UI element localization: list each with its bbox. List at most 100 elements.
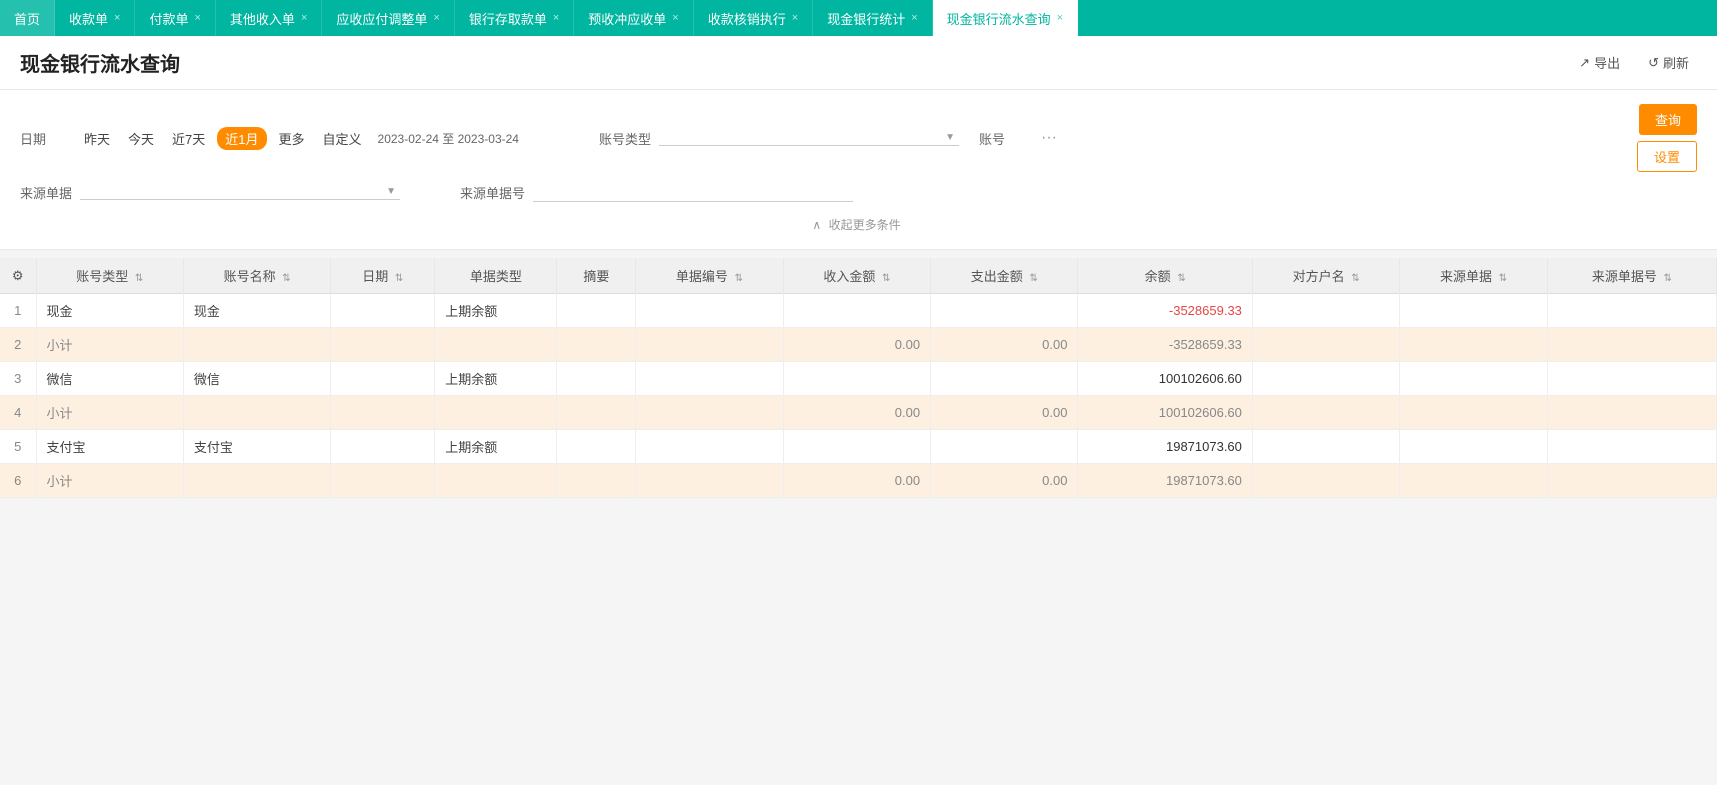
sort-icon: ⇅: [882, 273, 890, 284]
cell-balance: -3528659.33: [1078, 294, 1252, 328]
filter-row-source: 来源单据 ▼ 来源单据号: [20, 182, 1697, 202]
cell-account-name: 微信: [183, 362, 330, 396]
cell-expense: [931, 430, 1078, 464]
refresh-button[interactable]: ↺ 刷新: [1640, 49, 1697, 76]
date-opt-custom[interactable]: 自定义: [317, 127, 368, 150]
cell-doc-type: [435, 396, 557, 430]
cell-doc-no: [636, 328, 783, 362]
col-date[interactable]: 日期 ⇅: [331, 258, 435, 294]
col-label: 账号类型: [76, 269, 128, 284]
cell-account-type: 小计: [36, 396, 183, 430]
nav-tab-other-income[interactable]: 其他收入单 ×: [216, 0, 322, 36]
col-account-type[interactable]: 账号类型 ⇅: [36, 258, 183, 294]
source-doc-no-label: 来源单据号: [460, 183, 525, 202]
settings-button[interactable]: 设置: [1637, 141, 1697, 172]
col-source-doc[interactable]: 来源单据 ⇅: [1400, 258, 1547, 294]
header-actions: ↗ 导出 ↺ 刷新: [1571, 49, 1697, 76]
col-balance[interactable]: 余额 ⇅: [1078, 258, 1252, 294]
chevron-down-icon: ▼: [386, 186, 396, 197]
col-doc-type[interactable]: 单据类型: [435, 258, 557, 294]
nav-tab-advance-offset[interactable]: 预收冲应收单 ×: [574, 0, 693, 36]
cell-doc-type: 上期余额: [435, 362, 557, 396]
close-icon[interactable]: ×: [911, 12, 917, 24]
filter-area: 日期 昨天 今天 近7天 近1月 更多 自定义 2023-02-24 至 202…: [0, 90, 1717, 250]
nav-tab-label: 其他收入单: [230, 9, 295, 28]
cell-source-doc-no: [1547, 430, 1716, 464]
col-label: 摘要: [583, 269, 609, 284]
cell-source-doc-no: [1547, 464, 1716, 498]
cell-doc-no: [636, 396, 783, 430]
sort-icon: ⇅: [1029, 273, 1037, 284]
cell-account-type: 小计: [36, 464, 183, 498]
top-nav: 首页 收款单 × 付款单 × 其他收入单 × 应收应付调整单 × 银行存取款单 …: [0, 0, 1717, 36]
date-opt-more[interactable]: 更多: [273, 127, 311, 150]
col-label: 日期: [362, 269, 388, 284]
date-opt-7days[interactable]: 近7天: [166, 127, 211, 150]
close-icon[interactable]: ×: [301, 12, 307, 24]
close-icon[interactable]: ×: [792, 12, 798, 24]
nav-tab-bank-deposit[interactable]: 银行存取款单 ×: [455, 0, 574, 36]
source-doc-select[interactable]: ▼: [80, 184, 400, 200]
cell-balance: 19871073.60: [1078, 430, 1252, 464]
close-icon[interactable]: ×: [114, 12, 120, 24]
source-doc-filter: 来源单据 ▼: [20, 183, 400, 202]
nav-tab-receipt[interactable]: 收款单 ×: [55, 0, 135, 36]
col-income[interactable]: 收入金额 ⇅: [783, 258, 930, 294]
nav-tab-payment[interactable]: 付款单 ×: [135, 0, 215, 36]
sort-icon: ⇅: [395, 273, 403, 284]
data-table: ⚙ 账号类型 ⇅ 账号名称 ⇅ 日期 ⇅ 单据类型 摘要: [0, 258, 1717, 498]
cell-summary: [557, 430, 636, 464]
nav-tab-collection-exec[interactable]: 收款核销执行 ×: [694, 0, 813, 36]
cell-balance: 100102606.60: [1078, 362, 1252, 396]
collapse-bar[interactable]: ∧ 收起更多条件: [20, 212, 1697, 241]
col-summary[interactable]: 摘要: [557, 258, 636, 294]
account-type-select[interactable]: ▼: [659, 130, 959, 146]
close-icon[interactable]: ×: [672, 12, 678, 24]
cell-summary: [557, 328, 636, 362]
cell-counterpart: [1252, 464, 1399, 498]
date-opt-today[interactable]: 今天: [122, 127, 160, 150]
col-account-name[interactable]: 账号名称 ⇅: [183, 258, 330, 294]
col-expense[interactable]: 支出金额 ⇅: [931, 258, 1078, 294]
source-doc-no-filter: 来源单据号: [460, 182, 853, 202]
source-doc-no-input[interactable]: [533, 182, 853, 202]
nav-tab-label: 收款核销执行: [708, 9, 786, 28]
col-label: 对方户名: [1293, 269, 1345, 284]
account-filter: 账号 ···: [979, 129, 1061, 148]
filter-right-buttons: 查询 设置: [1637, 104, 1697, 172]
nav-tab-cash-bank-stat[interactable]: 现金银行统计 ×: [813, 0, 932, 36]
sort-icon: ⇅: [1351, 273, 1359, 284]
sort-icon: ⇅: [135, 273, 143, 284]
col-source-doc-no[interactable]: 来源单据号 ⇅: [1547, 258, 1716, 294]
close-icon[interactable]: ×: [194, 12, 200, 24]
refresh-icon: ↺: [1648, 55, 1659, 71]
close-icon[interactable]: ×: [433, 12, 439, 24]
col-doc-no[interactable]: 单据编号 ⇅: [636, 258, 783, 294]
date-filter: 日期 昨天 今天 近7天 近1月 更多 自定义 2023-02-24 至 202…: [20, 127, 519, 150]
cell-income: 0.00: [783, 328, 930, 362]
col-label: 单据编号: [676, 269, 728, 284]
nav-tab-cash-bank-flow[interactable]: 现金银行流水查询 ×: [933, 0, 1078, 36]
nav-tab-label: 预收冲应收单: [588, 9, 666, 28]
col-gear[interactable]: ⚙: [0, 258, 36, 294]
query-button[interactable]: 查询: [1639, 104, 1697, 135]
col-counterpart[interactable]: 对方户名 ⇅: [1252, 258, 1399, 294]
cell-num: 4: [0, 396, 36, 430]
date-opt-1month[interactable]: 近1月: [217, 127, 266, 150]
close-icon[interactable]: ×: [1057, 12, 1063, 24]
nav-tab-home[interactable]: 首页: [0, 0, 55, 36]
page-title: 现金银行流水查询: [20, 48, 180, 77]
nav-tab-label: 现金银行统计: [827, 9, 905, 28]
close-icon[interactable]: ×: [553, 12, 559, 24]
cell-source-doc-no: [1547, 362, 1716, 396]
cell-date: [331, 328, 435, 362]
date-range-display: 2023-02-24 至 2023-03-24: [378, 130, 519, 147]
nav-tab-label: 付款单: [149, 9, 188, 28]
date-opt-yesterday[interactable]: 昨天: [78, 127, 116, 150]
dots-icon[interactable]: ···: [1037, 129, 1061, 147]
cell-doc-type: 上期余额: [435, 294, 557, 328]
filter-row-date: 日期 昨天 今天 近7天 近1月 更多 自定义 2023-02-24 至 202…: [20, 104, 1697, 172]
export-button[interactable]: ↗ 导出: [1571, 49, 1628, 76]
table-body: 1 现金 现金 上期余额 -3528659.33 2 小计 0.00 0.00 …: [0, 294, 1717, 498]
nav-tab-ar-ap-adjust[interactable]: 应收应付调整单 ×: [322, 0, 454, 36]
